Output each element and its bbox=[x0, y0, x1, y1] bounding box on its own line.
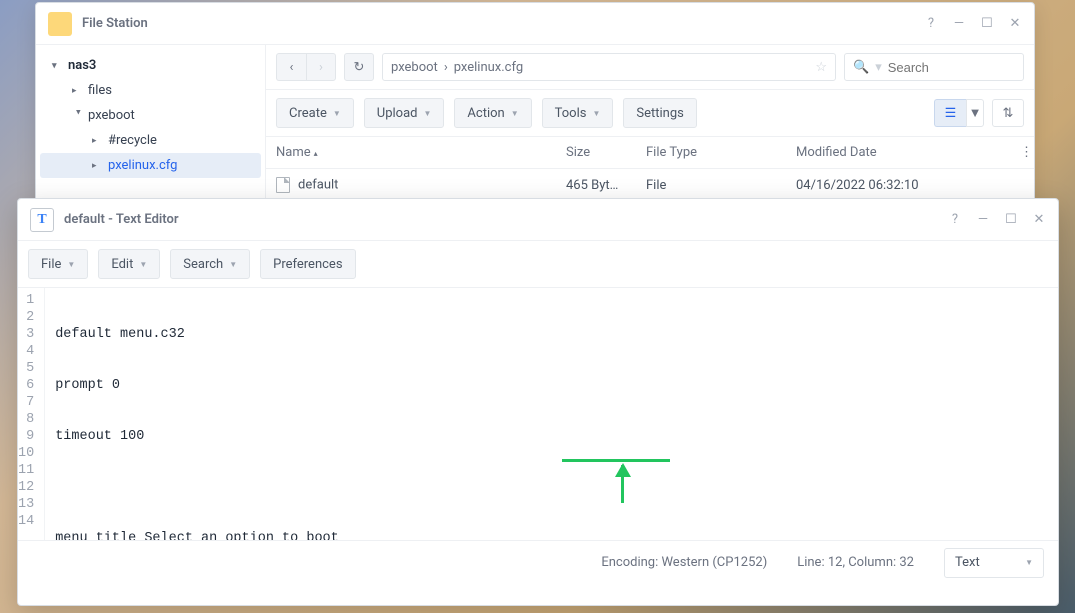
code-line: timeout 100 bbox=[55, 428, 1058, 445]
tree-item-pxeboot[interactable]: ▸pxeboot bbox=[40, 103, 261, 128]
tree-item-files[interactable]: ▸files bbox=[40, 78, 261, 103]
view-dropdown-button[interactable]: ▼ bbox=[966, 99, 984, 127]
tree-label: #recycle bbox=[108, 133, 157, 148]
editor-area[interactable]: 1234567891011121314 default menu.c32 pro… bbox=[18, 288, 1058, 540]
table-header: Name▴ Size File Type Modified Date ⋮ bbox=[266, 137, 1034, 169]
text-editor-titlebar: T default - Text Editor ? — ☐ ✕ bbox=[18, 199, 1058, 241]
file-menu[interactable]: File▼ bbox=[28, 249, 88, 279]
cursor-position-label: Line: 12, Column: 32 bbox=[797, 555, 914, 570]
folder-app-icon bbox=[48, 12, 72, 36]
sort-button[interactable]: ⇅ bbox=[992, 99, 1024, 127]
minimize-icon[interactable]: — bbox=[976, 213, 990, 227]
file-action-bar: Create▼ Upload▼ Action▼ Tools▼ Settings … bbox=[266, 90, 1034, 137]
close-icon[interactable]: ✕ bbox=[1008, 17, 1022, 31]
text-editor-menubar: File▼ Edit▼ Search▼ Preferences bbox=[18, 241, 1058, 288]
file-station-titlebar: File Station ? — ☐ ✕ bbox=[36, 3, 1034, 45]
annotation-underline bbox=[562, 459, 670, 462]
tree-item-pxelinuxcfg[interactable]: ▸pxelinux.cfg bbox=[40, 153, 261, 178]
text-editor-window: T default - Text Editor ? — ☐ ✕ File▼ Ed… bbox=[17, 198, 1059, 606]
annotation-arrow bbox=[621, 465, 624, 503]
file-station-title: File Station bbox=[82, 16, 148, 31]
encoding-label: Encoding: Western (CP1252) bbox=[601, 555, 767, 570]
nav-forward-button[interactable]: › bbox=[306, 53, 336, 81]
col-header-type[interactable]: File Type bbox=[636, 145, 786, 160]
preferences-button[interactable]: Preferences bbox=[260, 249, 355, 279]
refresh-button[interactable]: ↻ bbox=[344, 53, 374, 81]
breadcrumb-segment[interactable]: pxelinux.cfg bbox=[454, 60, 523, 75]
code-line: menu title Select an option to boot bbox=[55, 530, 1058, 540]
file-icon bbox=[276, 177, 290, 193]
language-select[interactable]: Text▼ bbox=[944, 548, 1044, 578]
tree-item-recycle[interactable]: ▸#recycle bbox=[40, 128, 261, 153]
code-line: prompt 0 bbox=[55, 377, 1058, 394]
help-icon[interactable]: ? bbox=[924, 17, 938, 31]
maximize-icon[interactable]: ☐ bbox=[980, 17, 994, 31]
table-row[interactable]: default 465 Byt… File 04/16/2022 06:32:1… bbox=[266, 169, 1034, 201]
edit-menu[interactable]: Edit▼ bbox=[98, 249, 160, 279]
tools-button[interactable]: Tools▼ bbox=[542, 98, 614, 128]
file-type: File bbox=[636, 178, 786, 193]
breadcrumb-segment[interactable]: pxeboot bbox=[391, 60, 438, 75]
tree-label: pxeboot bbox=[88, 108, 135, 123]
search-box[interactable]: 🔍 ▾ bbox=[844, 53, 1024, 81]
upload-button[interactable]: Upload▼ bbox=[364, 98, 445, 128]
maximize-icon[interactable]: ☐ bbox=[1004, 213, 1018, 227]
star-icon[interactable]: ☆ bbox=[815, 60, 827, 75]
minimize-icon[interactable]: — bbox=[952, 17, 966, 31]
search-icon: 🔍 bbox=[853, 60, 869, 75]
col-header-name[interactable]: Name▴ bbox=[266, 145, 556, 160]
close-icon[interactable]: ✕ bbox=[1032, 213, 1046, 227]
col-header-modified[interactable]: Modified Date bbox=[786, 145, 1010, 160]
settings-button[interactable]: Settings bbox=[623, 98, 696, 128]
file-size: 465 Byt… bbox=[556, 178, 636, 193]
status-bar: Encoding: Western (CP1252) Line: 12, Col… bbox=[18, 540, 1058, 584]
text-editor-title: default - Text Editor bbox=[64, 212, 179, 227]
file-table: Name▴ Size File Type Modified Date ⋮ def… bbox=[266, 137, 1034, 201]
file-toolbar: ‹ › ↻ pxeboot › pxelinux.cfg ☆ 🔍 ▾ bbox=[266, 45, 1034, 90]
search-menu[interactable]: Search▼ bbox=[170, 249, 250, 279]
code-content[interactable]: default menu.c32 prompt 0 timeout 100 me… bbox=[45, 288, 1058, 540]
line-number-gutter: 1234567891011121314 bbox=[18, 288, 45, 540]
help-icon[interactable]: ? bbox=[948, 213, 962, 227]
tree-root-label: nas3 bbox=[68, 58, 96, 73]
file-modified: 04/16/2022 06:32:10 bbox=[786, 178, 1010, 193]
action-button[interactable]: Action▼ bbox=[454, 98, 531, 128]
tree-label: pxelinux.cfg bbox=[108, 158, 177, 173]
text-editor-app-icon: T bbox=[30, 208, 54, 232]
code-line: default menu.c32 bbox=[55, 326, 1058, 343]
list-view-button[interactable]: ☰ bbox=[934, 99, 966, 127]
nav-back-button[interactable]: ‹ bbox=[276, 53, 306, 81]
tree-label: files bbox=[88, 83, 112, 98]
search-input[interactable] bbox=[888, 60, 1015, 75]
col-header-size[interactable]: Size bbox=[556, 145, 636, 160]
tree-root[interactable]: ▾nas3 bbox=[40, 53, 261, 78]
file-name: default bbox=[298, 177, 338, 192]
create-button[interactable]: Create▼ bbox=[276, 98, 354, 128]
breadcrumb[interactable]: pxeboot › pxelinux.cfg ☆ bbox=[382, 53, 836, 81]
code-line bbox=[55, 479, 1058, 496]
breadcrumb-separator: › bbox=[444, 60, 448, 75]
col-header-more-icon[interactable]: ⋮ bbox=[1010, 145, 1034, 160]
